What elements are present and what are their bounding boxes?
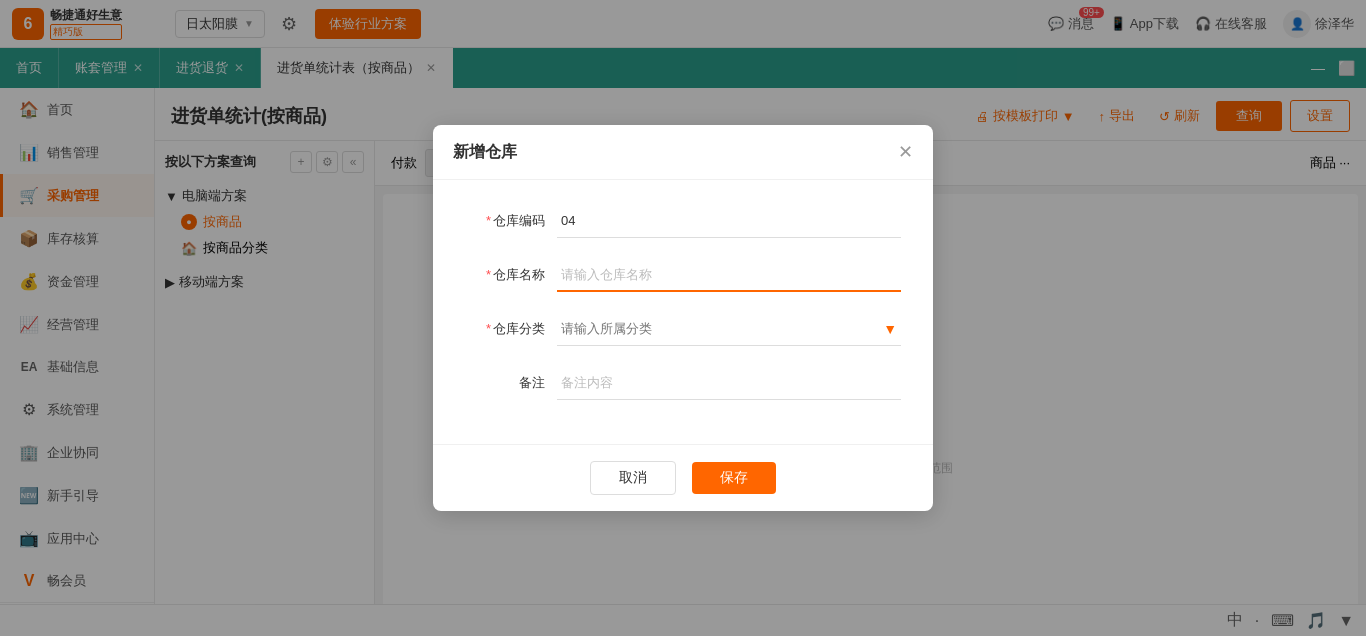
form-row-code: 仓库编码 [465, 204, 901, 238]
warehouse-name-label: 仓库名称 [465, 266, 545, 284]
warehouse-code-input[interactable] [557, 204, 901, 238]
warehouse-name-input[interactable] [557, 258, 901, 292]
form-row-remark: 备注 [465, 366, 901, 400]
save-button[interactable]: 保存 [692, 462, 776, 494]
warehouse-code-label: 仓库编码 [465, 212, 545, 230]
modal-close-btn[interactable]: ✕ [898, 141, 913, 163]
modal-title: 新增仓库 [453, 142, 517, 163]
new-warehouse-modal: 新增仓库 ✕ 仓库编码 仓库名称 仓库分类 ▼ [433, 125, 933, 511]
remark-input[interactable] [557, 366, 901, 400]
warehouse-category-wrapper: ▼ [557, 312, 901, 346]
modal-body: 仓库编码 仓库名称 仓库分类 ▼ 备注 [433, 180, 933, 444]
modal-header: 新增仓库 ✕ [433, 125, 933, 180]
warehouse-category-input[interactable] [557, 312, 901, 346]
modal-footer: 取消 保存 [433, 444, 933, 511]
remark-label: 备注 [465, 374, 545, 392]
modal-overlay: 新增仓库 ✕ 仓库编码 仓库名称 仓库分类 ▼ [0, 0, 1366, 636]
cancel-button[interactable]: 取消 [590, 461, 676, 495]
form-row-category: 仓库分类 ▼ [465, 312, 901, 346]
warehouse-category-label: 仓库分类 [465, 320, 545, 338]
form-row-name: 仓库名称 [465, 258, 901, 292]
